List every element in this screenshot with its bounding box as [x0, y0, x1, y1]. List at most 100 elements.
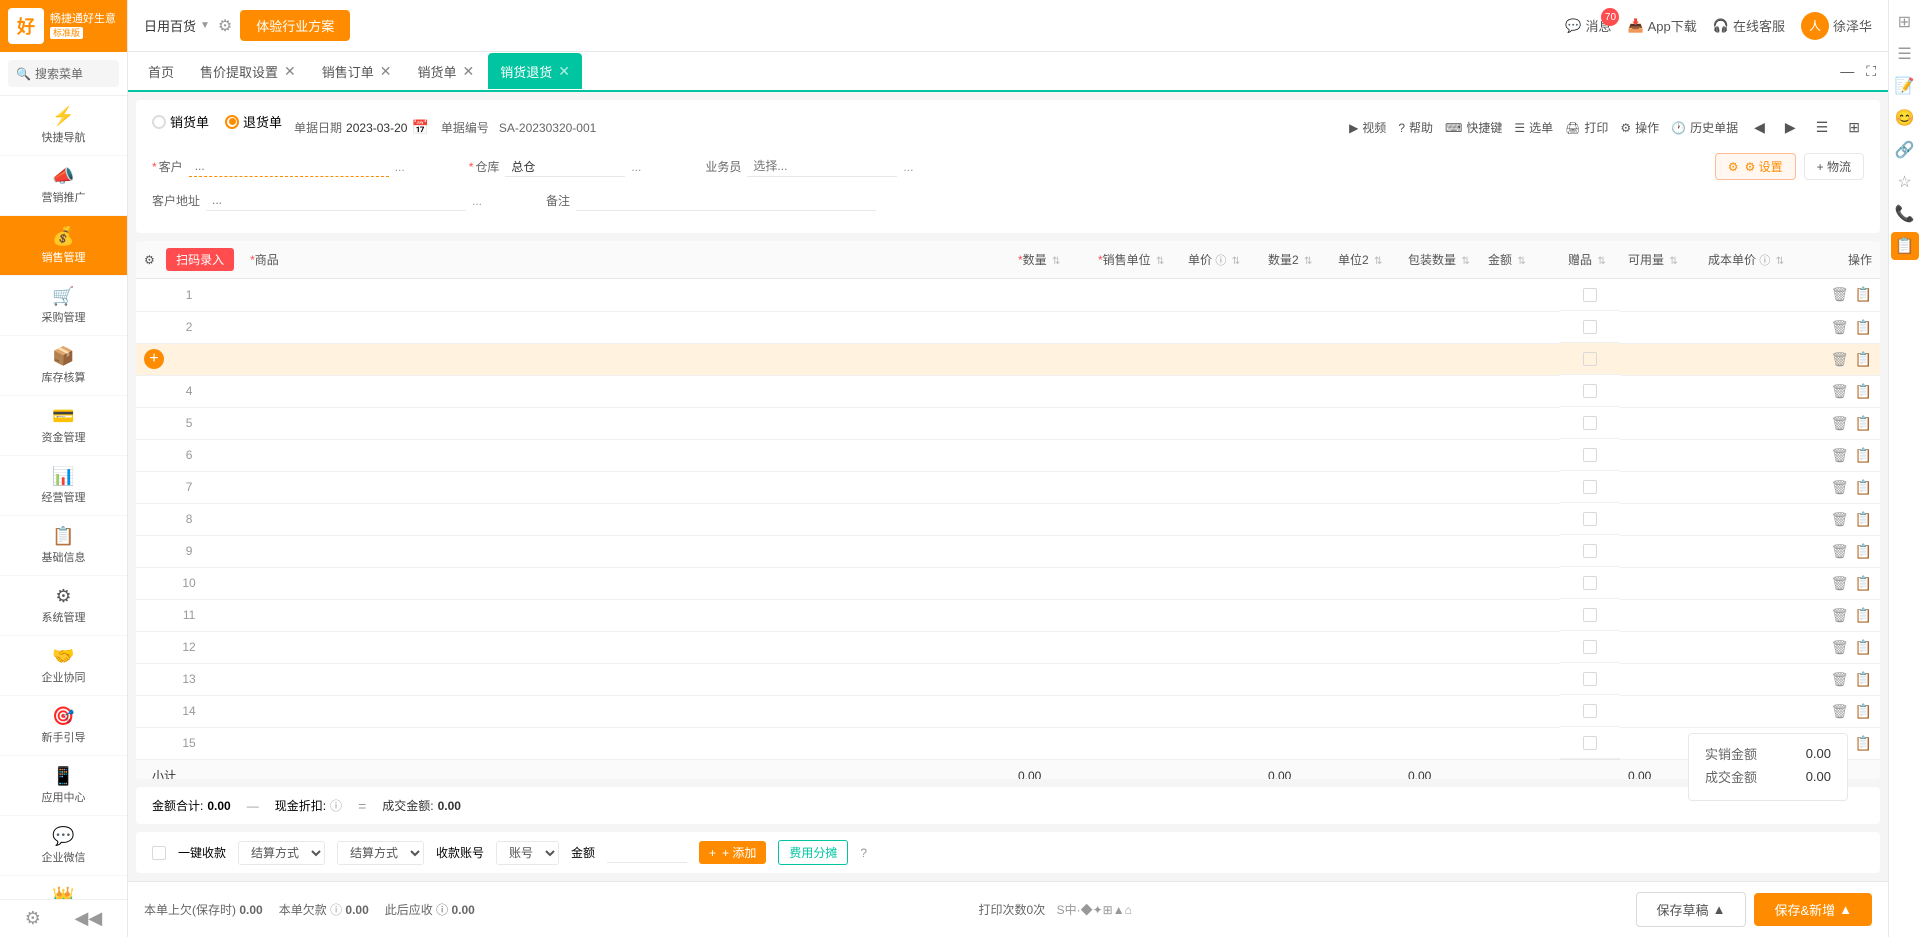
sidebar-item-sales[interactable]: 💰 销售管理 [0, 216, 127, 276]
copy-row-5[interactable]: 📋 [1855, 415, 1872, 432]
app-download-btn[interactable]: 📥 App下载 [1627, 16, 1696, 35]
remark-input[interactable] [576, 190, 876, 211]
calendar-icon[interactable]: 📅 [411, 119, 428, 136]
rs-table-icon[interactable]: ⊞ [1891, 8, 1919, 36]
gift-checkbox-8[interactable] [1583, 512, 1597, 526]
delete-row-3[interactable]: 🗑 [1831, 351, 1849, 368]
gift-checkbox-14[interactable] [1583, 704, 1597, 718]
sidebar-item-purchase[interactable]: 🛒 采购管理 [0, 276, 127, 336]
one-key-checkbox[interactable] [152, 846, 166, 860]
copy-row-4[interactable]: 📋 [1855, 383, 1872, 400]
shortcuts-action[interactable]: ⌨ 快捷键 [1445, 119, 1502, 136]
delete-row-13[interactable]: 🗑 [1831, 671, 1849, 688]
tab-close-sales-order[interactable]: ✕ [380, 63, 392, 80]
sidebar-item-finance[interactable]: 💳 资金管理 [0, 396, 127, 456]
sort-icon-gift[interactable]: ⇅ [1597, 256, 1605, 267]
settings-btn[interactable]: ⚙ ⚙ 设置 [1715, 153, 1796, 180]
gift-checkbox-6[interactable] [1583, 448, 1597, 462]
gift-checkbox-15[interactable] [1583, 736, 1597, 750]
warehouse-search-icon[interactable]: ... [631, 160, 641, 174]
copy-row-14[interactable]: 📋 [1855, 703, 1872, 720]
user-menu[interactable]: 人 徐泽华 [1801, 12, 1872, 40]
delete-row-6[interactable]: 🗑 [1831, 447, 1849, 464]
rs-star-icon[interactable]: ☆ [1891, 168, 1919, 196]
delete-row-9[interactable]: 🗑 [1831, 543, 1849, 560]
delete-row-4[interactable]: 🗑 [1831, 383, 1849, 400]
delete-row-2[interactable]: 🗑 [1831, 319, 1849, 336]
experience-btn[interactable]: 体验行业方案 [240, 10, 350, 41]
sort-icon-price[interactable]: ⇅ [1232, 256, 1240, 267]
delete-row-14[interactable]: 🗑 [1831, 703, 1849, 720]
add-payment-btn[interactable]: + + 添加 [699, 841, 766, 864]
gift-checkbox-13[interactable] [1583, 672, 1597, 686]
split-cost-btn[interactable]: 费用分摊 [778, 840, 848, 865]
sort-icon-amount[interactable]: ⇅ [1517, 256, 1525, 267]
copy-row-3[interactable]: 📋 [1855, 351, 1872, 368]
account-select[interactable]: 账号 [496, 841, 559, 865]
copy-row-7[interactable]: 📋 [1855, 479, 1872, 496]
copy-row-1[interactable]: 📋 [1855, 286, 1872, 303]
tab-sales-order[interactable]: 销售订单 ✕ [310, 53, 404, 89]
rs-face-icon[interactable]: 😊 [1891, 104, 1919, 132]
copy-row-6[interactable]: 📋 [1855, 447, 1872, 464]
help-action[interactable]: ? 帮助 [1398, 119, 1433, 136]
delete-row-5[interactable]: 🗑 [1831, 415, 1849, 432]
rs-note-icon[interactable]: 📝 [1891, 72, 1919, 100]
rs-list-icon[interactable]: ☰ [1891, 40, 1919, 68]
operate-action[interactable]: ⚙ 操作 [1620, 119, 1659, 136]
print-action[interactable]: 🖨 打印 [1565, 119, 1608, 136]
video-action[interactable]: ▶ 视频 [1349, 119, 1386, 136]
rs-active-icon[interactable]: 📋 [1891, 232, 1919, 260]
select-action[interactable]: ☰ 选单 [1514, 119, 1553, 136]
tab-sales-delivery[interactable]: 销货单 ✕ [406, 53, 487, 89]
gift-checkbox-12[interactable] [1583, 640, 1597, 654]
gift-checkbox-9[interactable] [1583, 544, 1597, 558]
delete-row-12[interactable]: 🗑 [1831, 639, 1849, 656]
gift-checkbox-10[interactable] [1583, 576, 1597, 590]
copy-row-11[interactable]: 📋 [1855, 607, 1872, 624]
message-btn[interactable]: 💬 消息 70 [1565, 16, 1611, 35]
salesperson-search-icon[interactable]: ... [903, 160, 913, 174]
radio-delivery[interactable]: 销货单 [152, 112, 209, 131]
address-input[interactable] [206, 190, 466, 211]
sort-icon[interactable]: ⇅ [1052, 256, 1060, 267]
address-search-icon[interactable]: ... [472, 194, 482, 208]
copy-row-10[interactable]: 📋 [1855, 575, 1872, 592]
customer-input[interactable] [189, 156, 389, 177]
salesperson-input[interactable] [747, 156, 897, 177]
gift-checkbox-5[interactable] [1583, 416, 1597, 430]
sort-icon-unit2[interactable]: ⇅ [1374, 256, 1382, 267]
sidebar-item-inventory[interactable]: 📦 库存核算 [0, 336, 127, 396]
gift-checkbox-3[interactable] [1583, 352, 1597, 366]
list-view-btn[interactable]: ☰ [1812, 115, 1833, 140]
grid-view-btn[interactable]: ⊞ [1844, 115, 1864, 140]
rs-link-icon[interactable]: 🔗 [1891, 136, 1919, 164]
gift-checkbox-4[interactable] [1583, 384, 1597, 398]
logistics-btn[interactable]: + 物流 [1804, 153, 1864, 180]
scan-entry-btn[interactable]: 扫码录入 [166, 248, 234, 271]
save-draft-btn[interactable]: 保存草稿 ▲ [1636, 892, 1747, 927]
add-row-btn[interactable]: + [144, 349, 164, 369]
settlement-select[interactable]: 结算方式 [238, 841, 325, 865]
sidebar-item-wechat[interactable]: 💬 企业微信 [0, 816, 127, 876]
tab-close-price-settings[interactable]: ✕ [284, 63, 296, 80]
product-input-3[interactable] [250, 352, 1002, 367]
sort-icon-qty2[interactable]: ⇅ [1304, 256, 1312, 267]
copy-row-2[interactable]: 📋 [1855, 319, 1872, 336]
sidebar-item-guide[interactable]: 🎯 新手引导 [0, 696, 127, 756]
sort-icon-unit[interactable]: ⇅ [1156, 256, 1164, 267]
delete-row-7[interactable]: 🗑 [1831, 479, 1849, 496]
sort-icon-package[interactable]: ⇅ [1461, 256, 1469, 267]
delete-row-11[interactable]: 🗑 [1831, 607, 1849, 624]
copy-row-12[interactable]: 📋 [1855, 639, 1872, 656]
sidebar-settings-btn[interactable]: ⚙ [25, 908, 41, 929]
gift-checkbox-11[interactable] [1583, 608, 1597, 622]
delete-row-8[interactable]: 🗑 [1831, 511, 1849, 528]
tab-close-sales-return[interactable]: ✕ [558, 63, 570, 80]
sort-icon-cost[interactable]: ⇅ [1776, 256, 1784, 267]
table-gear-icon[interactable]: ⚙ [144, 253, 155, 267]
search-menu-button[interactable]: 🔍 搜索菜单 [8, 60, 119, 87]
maximize-btn[interactable]: ⛶ [1862, 59, 1880, 84]
gift-checkbox-7[interactable] [1583, 480, 1597, 494]
minimize-btn[interactable]: — [1836, 59, 1858, 83]
